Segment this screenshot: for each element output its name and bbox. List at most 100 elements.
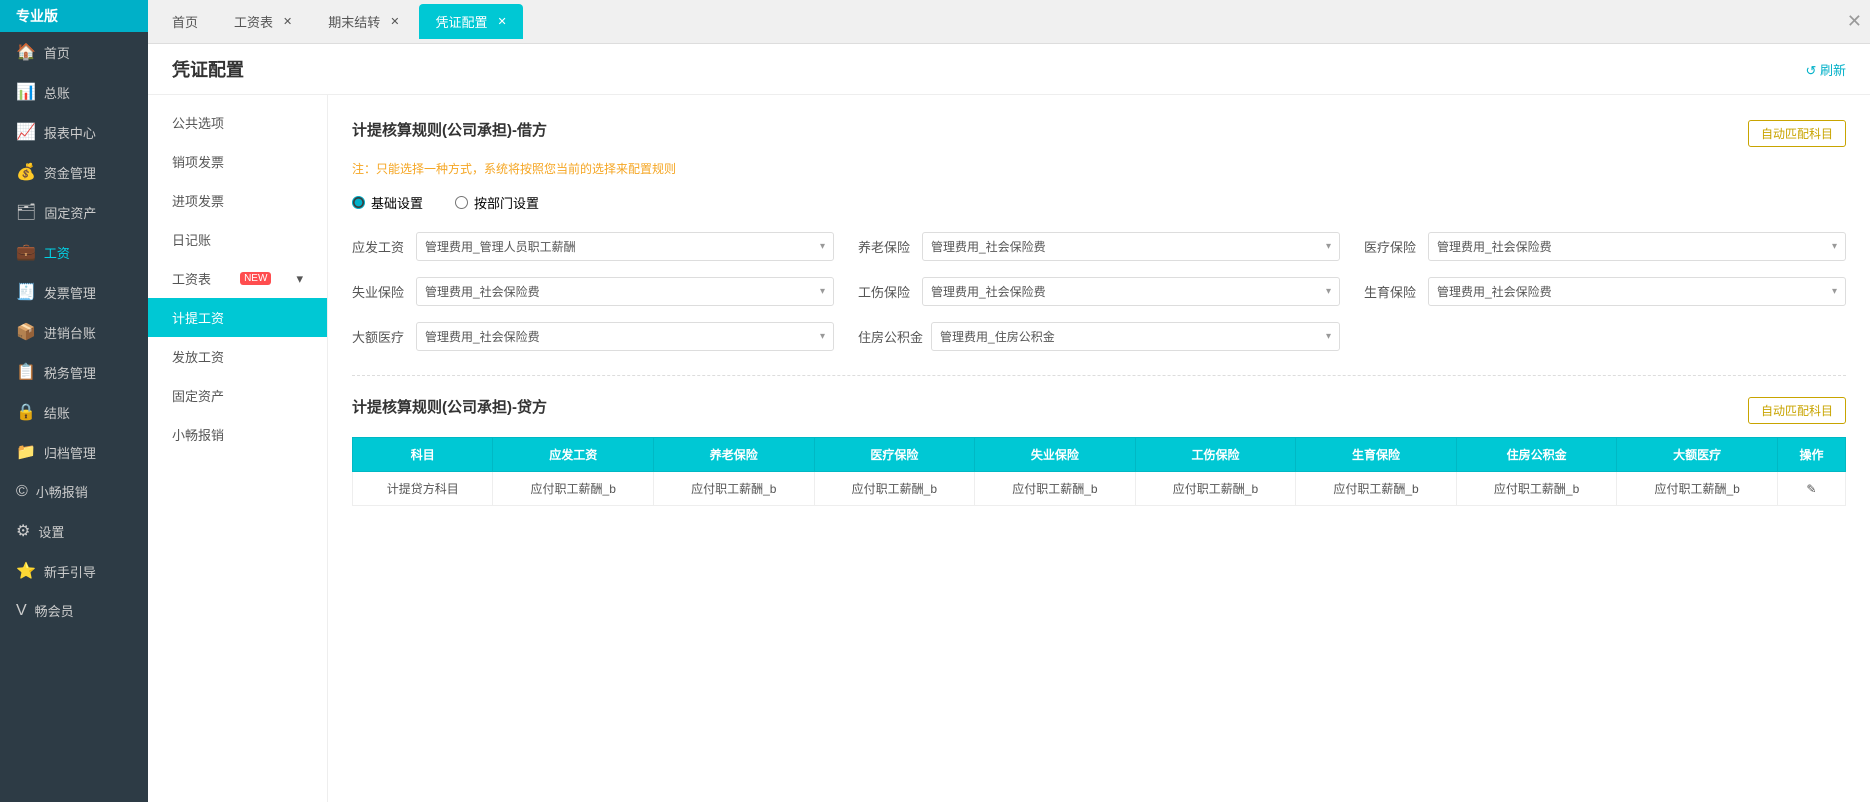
left-nav-red_invoice[interactable]: 销项发票 <box>148 142 327 181</box>
content-area: 公共选项销项发票进项发票日记账工资表NEW▾计提工资发放工资固定资产小畅报销 计… <box>148 95 1870 802</box>
left-nav-payroll_table[interactable]: 工资表NEW▾ <box>148 259 327 298</box>
credit-table-row: 计提贷方科目应付职工薪酬_b应付职工薪酬_b应付职工薪酬_b应付职工薪酬_b应付… <box>353 472 1846 506</box>
left-nav-fixed_assets[interactable]: 固定资产 <box>148 376 327 415</box>
radio-dept-input[interactable] <box>455 196 468 209</box>
left-nav-journal[interactable]: 日记账 <box>148 220 327 259</box>
debit-form-label-7: 住房公积金 <box>858 327 923 346</box>
sidebar-item-funds[interactable]: 💰 资金管理 <box>0 152 148 192</box>
radio-dept[interactable]: 按部门设置 <box>455 193 539 212</box>
debit-form-select-7[interactable]: 管理费用_住房公积金 ▾ <box>931 322 1340 351</box>
left-nav-label-expense: 小畅报销 <box>172 425 224 444</box>
sidebar-item-reports[interactable]: 📈 报表中心 <box>0 112 148 152</box>
close-panel-button[interactable]: ✕ <box>1847 11 1862 32</box>
debit-form-select-value-7: 管理费用_住房公积金 <box>940 328 1055 345</box>
credit-auto-match-button[interactable]: 自动匹配科目 <box>1748 397 1846 424</box>
debit-form-select-6[interactable]: 管理费用_社会保险费 ▾ <box>416 322 834 351</box>
left-nav-public[interactable]: 公共选项 <box>148 103 327 142</box>
tab-close-voucher[interactable]: ✕ <box>498 15 507 28</box>
sidebar-item-settings[interactable]: ⚙ 设置 <box>0 511 148 551</box>
debit-form-label-1: 养老保险 <box>858 237 914 256</box>
left-nav-input_invoice[interactable]: 进项发票 <box>148 181 327 220</box>
credit-row-value-1: 应付职工薪酬_b <box>653 472 814 506</box>
debit-form-select-3[interactable]: 管理费用_社会保险费 ▾ <box>416 277 834 306</box>
credit-table: 科目应发工资养老保险医疗保险失业保险工伤保险生育保险住房公积金大额医疗操作 计提… <box>352 437 1846 506</box>
radio-basic-input[interactable] <box>352 196 365 209</box>
left-nav-label-red_invoice: 销项发票 <box>172 152 224 171</box>
sidebar-item-salary[interactable]: 💼 工资 <box>0 232 148 272</box>
debit-form-select-4[interactable]: 管理费用_社会保险费 ▾ <box>922 277 1340 306</box>
tab-close-period[interactable]: ✕ <box>390 15 399 28</box>
sidebar-item-inventory[interactable]: 📦 进销台账 <box>0 312 148 352</box>
debit-form-select-1[interactable]: 管理费用_社会保险费 ▾ <box>922 232 1340 261</box>
xiaochang-icon: © <box>16 483 28 501</box>
debit-form-select-value-2: 管理费用_社会保险费 <box>1437 238 1552 255</box>
credit-col-header-5: 工伤保险 <box>1135 438 1296 472</box>
section-divider <box>352 375 1846 376</box>
credit-col-header-1: 应发工资 <box>493 438 654 472</box>
debit-form-select-2[interactable]: 管理费用_社会保险费 ▾ <box>1428 232 1846 261</box>
guide-icon: ⭐ <box>16 561 36 581</box>
credit-col-header-9: 操作 <box>1777 438 1845 472</box>
left-nav-label-accrual: 计提工资 <box>172 308 224 327</box>
credit-row-action[interactable]: ✎ <box>1777 472 1845 506</box>
left-nav-expense[interactable]: 小畅报销 <box>148 415 327 454</box>
debit-form-label-6: 大额医疗 <box>352 327 408 346</box>
page-header: 凭证配置 ↺ 刷新 <box>148 44 1870 95</box>
debit-form-select-value-4: 管理费用_社会保险费 <box>931 283 1046 300</box>
sidebar-label-member: 畅会员 <box>35 601 74 620</box>
sidebar-label-guide: 新手引导 <box>44 562 96 581</box>
expand-icon-payroll_table: ▾ <box>296 271 303 287</box>
sidebar-item-archive[interactable]: 📁 归档管理 <box>0 432 148 472</box>
member-icon: V <box>16 602 27 620</box>
sidebar-label-reports: 报表中心 <box>44 123 96 142</box>
settings-icon: ⚙ <box>16 521 30 541</box>
debit-auto-match-button[interactable]: 自动匹配科目 <box>1748 120 1846 147</box>
chevron-down-icon-0: ▾ <box>820 241 825 252</box>
new-badge-payroll_table: NEW <box>240 272 271 285</box>
refresh-button[interactable]: ↺ 刷新 <box>1805 60 1846 79</box>
sidebar-item-assets[interactable]: 🗂 固定资产 <box>0 192 148 232</box>
sidebar-item-member[interactable]: V 畅会员 <box>0 591 148 630</box>
sidebar-label-invoice: 发票管理 <box>44 283 96 302</box>
sidebar-item-xiaochang[interactable]: © 小畅报销 <box>0 472 148 511</box>
sidebar-item-home[interactable]: 🏠 首页 <box>0 32 148 72</box>
radio-basic[interactable]: 基础设置 <box>352 193 423 212</box>
debit-form-select-0[interactable]: 管理费用_管理人员职工薪酬 ▾ <box>416 232 834 261</box>
debit-section-header: 计提核算规则(公司承担)-借方 自动匹配科目 <box>352 119 1846 148</box>
left-nav: 公共选项销项发票进项发票日记账工资表NEW▾计提工资发放工资固定资产小畅报销 <box>148 95 328 802</box>
tab-period[interactable]: 期末结转 ✕ <box>312 4 415 39</box>
tab-payroll[interactable]: 工资表✕ <box>218 4 308 39</box>
credit-row-value-2: 应付职工薪酬_b <box>814 472 975 506</box>
sidebar-item-close[interactable]: 🔒 结账 <box>0 392 148 432</box>
left-nav-pay_salary[interactable]: 发放工资 <box>148 337 327 376</box>
chevron-down-icon-1: ▾ <box>1326 241 1331 252</box>
left-nav-accrual[interactable]: 计提工资 <box>148 298 327 337</box>
sidebar-item-invoice[interactable]: 🧾 发票管理 <box>0 272 148 312</box>
left-nav-label-input_invoice: 进项发票 <box>172 191 224 210</box>
left-nav-label-public: 公共选项 <box>172 113 224 132</box>
sidebar-label-inventory: 进销台账 <box>44 323 96 342</box>
tab-home[interactable]: 首页 <box>156 4 214 39</box>
tab-close-payroll[interactable]: ✕ <box>283 15 292 28</box>
main-area: 首页工资表✕期末结转✕凭证配置✕ ✕ 凭证配置 ↺ 刷新 公共选项销项发票进项发… <box>148 0 1870 802</box>
tab-label-home: 首页 <box>172 12 198 31</box>
debit-form-grid: 应发工资 管理费用_管理人员职工薪酬 ▾ 养老保险 管理费用_社会保险费 ▾ 医… <box>352 232 1846 351</box>
sidebar-item-guide[interactable]: ⭐ 新手引导 <box>0 551 148 591</box>
credit-row-value-0: 应付职工薪酬_b <box>493 472 654 506</box>
salary-icon: 💼 <box>16 242 36 262</box>
tab-label-period: 期末结转 <box>328 12 380 31</box>
debit-form-label-0: 应发工资 <box>352 237 408 256</box>
debit-form-label-2: 医疗保险 <box>1364 237 1420 256</box>
debit-form-item-5: 生育保险 管理费用_社会保险费 ▾ <box>1364 277 1846 306</box>
right-content: 计提核算规则(公司承担)-借方 自动匹配科目 注：只能选择一种方式，系统将按照您… <box>328 95 1870 802</box>
sidebar-label-settings: 设置 <box>38 522 64 541</box>
sidebar-item-ledger[interactable]: 📊 总账 <box>0 72 148 112</box>
sidebar-item-tax[interactable]: 📋 税务管理 <box>0 352 148 392</box>
tab-voucher[interactable]: 凭证配置✕ <box>419 4 522 39</box>
debit-form-item-7: 住房公积金 管理费用_住房公积金 ▾ <box>858 322 1340 351</box>
archive-icon: 📁 <box>16 442 36 462</box>
credit-col-header-8: 大额医疗 <box>1617 438 1778 472</box>
sidebar-label-close: 结账 <box>44 403 70 422</box>
debit-note: 注：只能选择一种方式，系统将按照您当前的选择来配置规则 <box>352 160 1846 177</box>
debit-form-select-5[interactable]: 管理费用_社会保险费 ▾ <box>1428 277 1846 306</box>
